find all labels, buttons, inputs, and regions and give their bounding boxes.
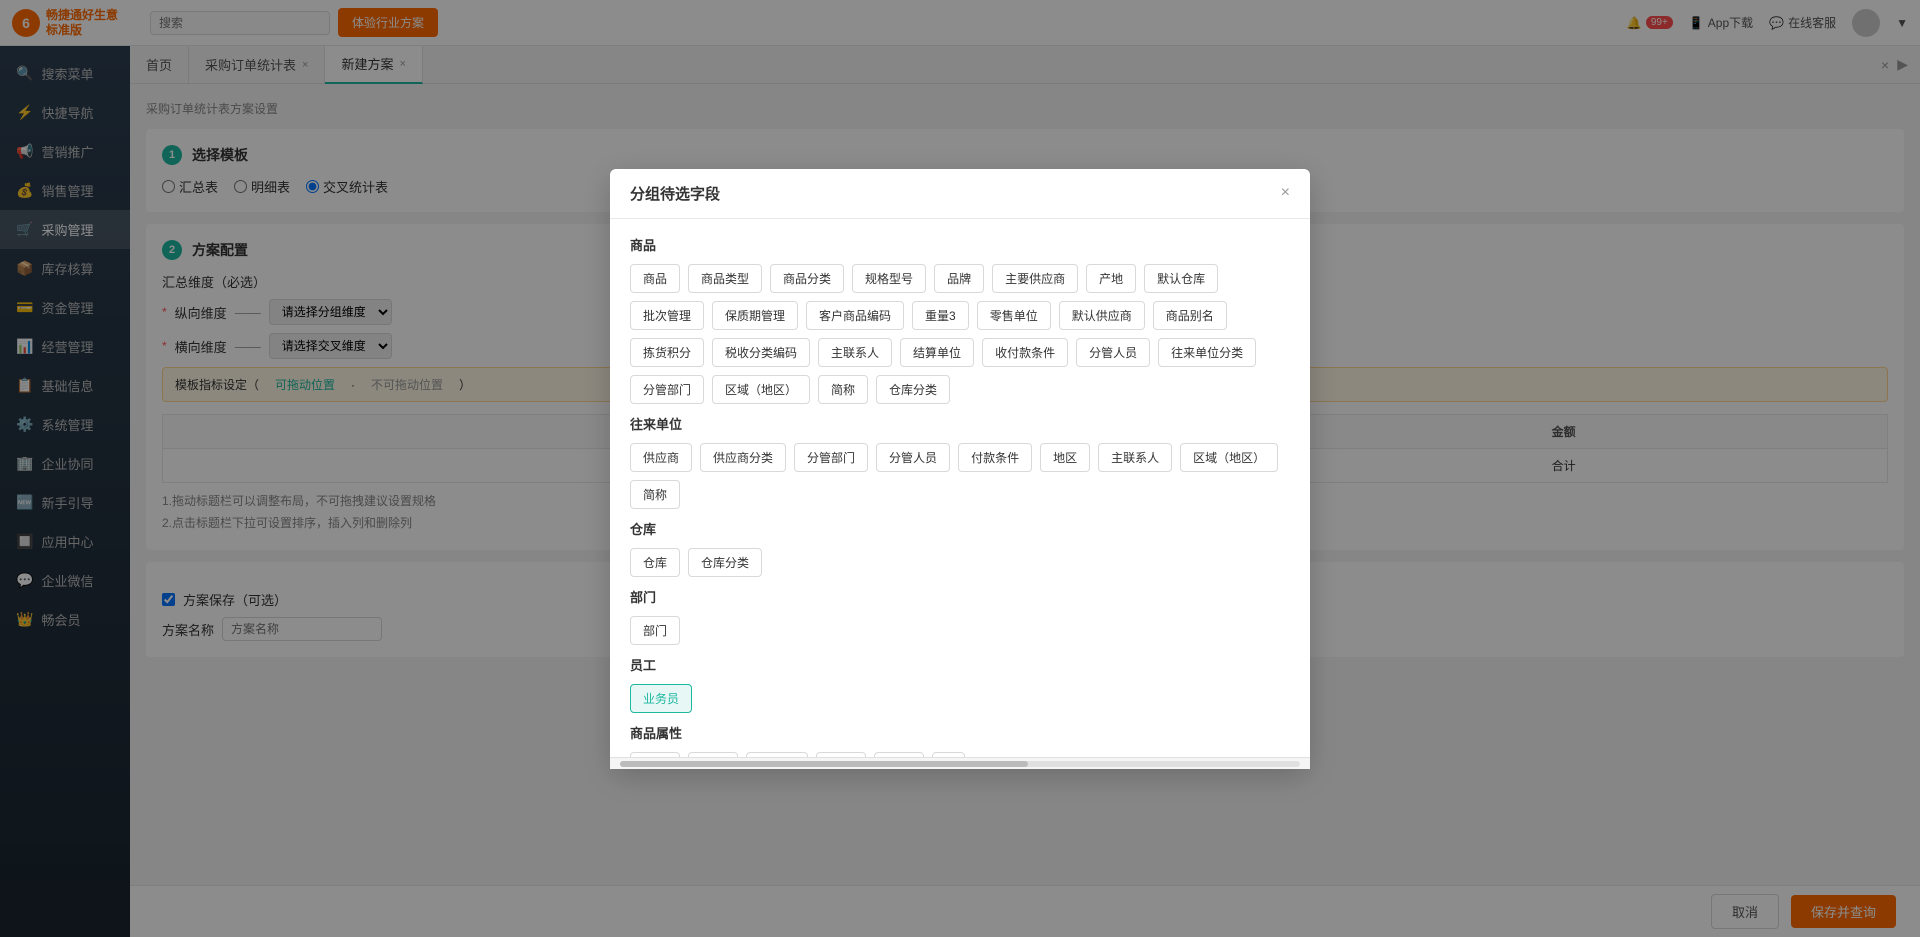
modal-section-dept-title: 部门	[630, 587, 1290, 606]
modal-section-counterpart-title: 往来单位	[630, 414, 1290, 433]
field-goods-alias[interactable]: 商品别名	[1153, 301, 1227, 330]
field-main-contact[interactable]: 主联系人	[818, 338, 892, 367]
field-mgmt-staff[interactable]: 分管人员	[876, 443, 950, 472]
horizontal-scrollbar[interactable]	[620, 761, 1300, 767]
field-spec-type[interactable]: 规格型号	[852, 264, 926, 293]
field-batch-mgmt[interactable]: 批次管理	[630, 301, 704, 330]
scrollbar-thumb[interactable]	[620, 761, 1028, 767]
field-dept[interactable]: 分管部门	[794, 443, 868, 472]
field-tax-code[interactable]: 税收分类编码	[712, 338, 810, 367]
field-goods-type[interactable]: 商品类型	[688, 264, 762, 293]
modal-body: 商品 商品 商品类型 商品分类 规格型号 品牌 主要供应商 产地 默认仓库 批次…	[610, 219, 1310, 758]
field-goods[interactable]: 商品	[630, 264, 680, 293]
field-retail-unit[interactable]: 零售单位	[977, 301, 1051, 330]
field-area[interactable]: 地区	[1040, 443, 1090, 472]
field-quality-mgmt[interactable]: 保质期管理	[712, 301, 798, 330]
field-warehouse-category[interactable]: 仓库分类	[876, 375, 950, 404]
modal-section-product-attr-title: 商品属性	[630, 723, 1290, 742]
field-origin-unit-category[interactable]: 往来单位分类	[1158, 338, 1256, 367]
field-pickup-points[interactable]: 拣货积分	[630, 338, 704, 367]
modal-dept-grid: 部门	[630, 616, 1290, 645]
field-dept-item[interactable]: 部门	[630, 616, 680, 645]
field-default-supplier2[interactable]: 默认供应商	[1059, 301, 1145, 330]
field-region2[interactable]: 区域（地区）	[1180, 443, 1278, 472]
modal-employee-grid: 业务员	[630, 684, 1290, 713]
modal-section-goods-title: 商品	[630, 235, 1290, 254]
field-wh[interactable]: 仓库	[630, 548, 680, 577]
field-default-warehouse[interactable]: 默认仓库	[1144, 264, 1218, 293]
modal-overlay: 分组待选字段 × 商品 商品 商品类型 商品分类 规格型号 品牌 主要供应商 产…	[0, 0, 1920, 937]
modal-title: 分组待选字段	[630, 183, 720, 204]
modal-footer-scrollbar-area	[610, 757, 1310, 768]
modal-close-button[interactable]: ×	[1281, 184, 1290, 202]
field-customer-code[interactable]: 客户商品编码	[806, 301, 904, 330]
modal: 分组待选字段 × 商品 商品 商品类型 商品分类 规格型号 品牌 主要供应商 产…	[610, 169, 1310, 769]
field-goods-category[interactable]: 商品分类	[770, 264, 844, 293]
field-wh-cat[interactable]: 仓库分类	[688, 548, 762, 577]
field-region[interactable]: 区域（地区）	[712, 375, 810, 404]
modal-section-employee-title: 员工	[630, 655, 1290, 674]
modal-header: 分组待选字段 ×	[610, 169, 1310, 219]
field-supplier[interactable]: 供应商	[630, 443, 692, 472]
field-mgmt-dept[interactable]: 分管部门	[630, 375, 704, 404]
field-short-name2[interactable]: 简称	[630, 480, 680, 509]
modal-warehouse-grid: 仓库 仓库分类	[630, 548, 1290, 577]
field-main-contact2[interactable]: 主联系人	[1098, 443, 1172, 472]
field-salesperson[interactable]: 业务员	[630, 684, 692, 713]
field-weight3[interactable]: 重量3	[912, 301, 969, 330]
field-origin[interactable]: 产地	[1086, 264, 1136, 293]
field-supplier-category[interactable]: 供应商分类	[700, 443, 786, 472]
field-settlement-unit[interactable]: 结算单位	[900, 338, 974, 367]
modal-goods-grid: 商品 商品类型 商品分类 规格型号 品牌 主要供应商 产地 默认仓库 批次管理 …	[630, 264, 1290, 404]
field-short-name[interactable]: 简称	[818, 375, 868, 404]
field-brand[interactable]: 品牌	[934, 264, 984, 293]
field-payment-cond[interactable]: 付款条件	[958, 443, 1032, 472]
modal-counterpart-grid: 供应商 供应商分类 分管部门 分管人员 付款条件 地区 主联系人 区域（地区） …	[630, 443, 1290, 509]
field-main-supplier[interactable]: 主要供应商	[992, 264, 1078, 293]
field-payment-terms[interactable]: 收付款条件	[982, 338, 1068, 367]
modal-section-warehouse-title: 仓库	[630, 519, 1290, 538]
field-managed-by[interactable]: 分管人员	[1076, 338, 1150, 367]
